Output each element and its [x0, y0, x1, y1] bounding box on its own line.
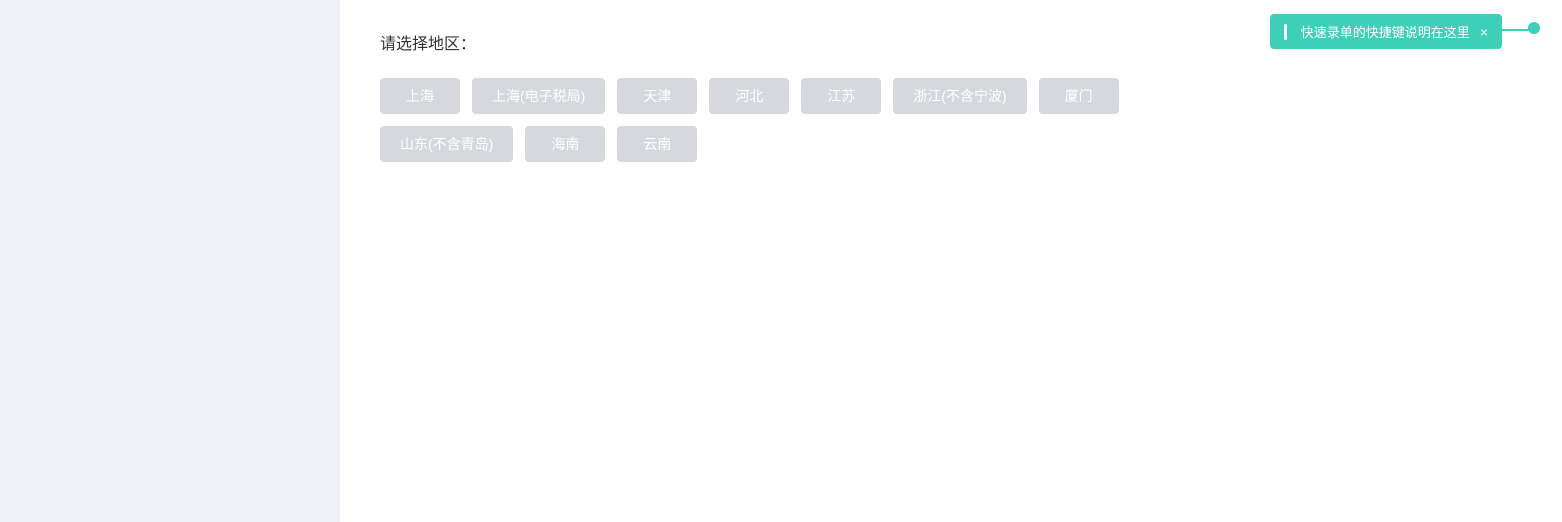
- region-btn-xiamen[interactable]: 厦门: [1039, 78, 1119, 114]
- tooltip-close-button[interactable]: ×: [1480, 25, 1488, 39]
- region-btn-shanghai-etax[interactable]: 上海(电子税局): [472, 78, 605, 114]
- region-buttons-row2: 山东(不含青岛) 海南 云南: [380, 126, 1522, 162]
- region-btn-shanghai[interactable]: 上海: [380, 78, 460, 114]
- sidebar: [0, 0, 340, 522]
- region-btn-zhejiang[interactable]: 浙江(不含宁波): [893, 78, 1026, 114]
- tooltip-text: 快速录单的快捷键说明在这里: [1301, 22, 1470, 41]
- tooltip-banner: 快速录单的快捷键说明在这里 ×: [1270, 14, 1502, 49]
- region-btn-shandong[interactable]: 山东(不含青岛): [380, 126, 513, 162]
- region-btn-jiangsu[interactable]: 江苏: [801, 78, 881, 114]
- region-btn-hainan[interactable]: 海南: [525, 126, 605, 162]
- tooltip-dot: [1528, 22, 1540, 34]
- region-buttons: 上海 上海(电子税局) 天津 河北 江苏 浙江(不含宁波) 厦门: [380, 78, 1522, 114]
- region-btn-hebei[interactable]: 河北: [709, 78, 789, 114]
- region-btn-tianjin[interactable]: 天津: [617, 78, 697, 114]
- main-content: 请选择地区： 上海 上海(电子税局) 天津 河北 江苏 浙江(不含宁波) 厦门 …: [340, 0, 1562, 522]
- region-btn-yunnan[interactable]: 云南: [617, 126, 697, 162]
- tooltip-connector: [1502, 29, 1530, 31]
